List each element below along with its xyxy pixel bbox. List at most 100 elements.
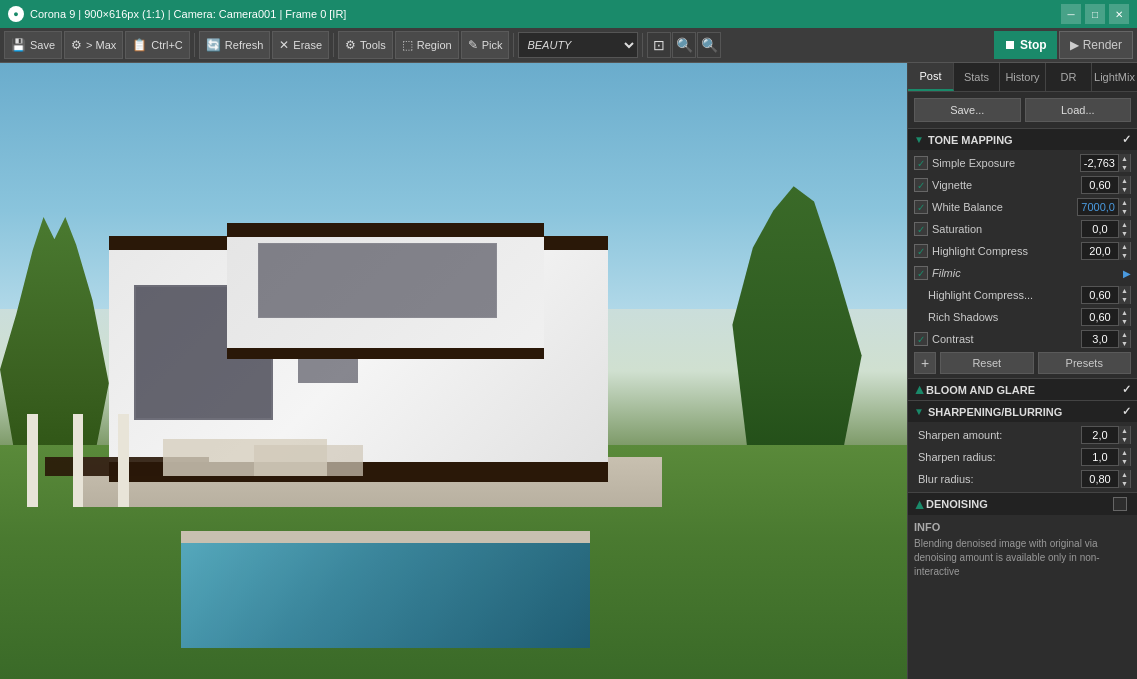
contrast-down[interactable]: ▼ bbox=[1118, 339, 1130, 348]
filmic-expand-arrow[interactable]: ▶ bbox=[1123, 268, 1131, 279]
rich-shadows-row: Rich Shadows 0,60 ▲ ▼ bbox=[908, 306, 1137, 328]
pool-water bbox=[181, 537, 589, 648]
sharpen-amount-up[interactable]: ▲ bbox=[1118, 426, 1130, 435]
blur-radius-value[interactable]: 0,80 bbox=[1082, 473, 1118, 485]
tab-post[interactable]: Post bbox=[908, 63, 954, 91]
highlight-compress-down[interactable]: ▼ bbox=[1118, 251, 1130, 260]
sharpen-radius-value[interactable]: 1,0 bbox=[1082, 451, 1118, 463]
simple-exposure-spinners: ▲ ▼ bbox=[1118, 154, 1130, 172]
vignette-down[interactable]: ▼ bbox=[1118, 185, 1130, 194]
tab-dr[interactable]: DR bbox=[1046, 63, 1092, 91]
save-button[interactable]: 💾 Save bbox=[4, 31, 62, 59]
beauty-select[interactable]: BEAUTY bbox=[518, 32, 638, 58]
rich-shadows-down[interactable]: ▼ bbox=[1118, 317, 1130, 326]
sharpen-radius-down[interactable]: ▼ bbox=[1118, 457, 1130, 466]
refresh-button[interactable]: 🔄 Refresh bbox=[199, 31, 271, 59]
sub-highlight-compress-spinners: ▲ ▼ bbox=[1118, 286, 1130, 304]
zoom-fit-button[interactable]: ⊡ bbox=[647, 32, 671, 58]
saturation-value[interactable]: 0,0 bbox=[1082, 223, 1118, 235]
sharpen-radius-up[interactable]: ▲ bbox=[1118, 448, 1130, 457]
blur-radius-up[interactable]: ▲ bbox=[1118, 470, 1130, 479]
info-text: Blending denoised image with original vi… bbox=[914, 537, 1131, 579]
erase-button[interactable]: ✕ Erase bbox=[272, 31, 329, 59]
highlight-compress-check[interactable]: ✓ bbox=[914, 244, 928, 258]
white-balance-down[interactable]: ▼ bbox=[1118, 207, 1130, 216]
sharpen-amount-value[interactable]: 2,0 bbox=[1082, 429, 1118, 441]
filmic-label: Filmic bbox=[932, 267, 1123, 279]
simple-exposure-value[interactable]: -2,763 bbox=[1081, 157, 1118, 169]
simple-exposure-up[interactable]: ▲ bbox=[1118, 154, 1130, 163]
tools-icon: ⚙ bbox=[345, 38, 356, 52]
panel-load-button[interactable]: Load... bbox=[1025, 98, 1132, 122]
render-button[interactable]: ▶ Render bbox=[1059, 31, 1133, 59]
sub-highlight-compress-down[interactable]: ▼ bbox=[1118, 295, 1130, 304]
denoising-header[interactable]: ▶ DENOISING bbox=[908, 492, 1137, 515]
stop-button[interactable]: ⏹ Stop bbox=[994, 31, 1057, 59]
tab-stats[interactable]: Stats bbox=[954, 63, 1000, 91]
sharpening-header[interactable]: ▼ SHARPENING/BLURRING ✓ bbox=[908, 400, 1137, 422]
simple-exposure-label: Simple Exposure bbox=[932, 157, 1080, 169]
white-balance-up[interactable]: ▲ bbox=[1118, 198, 1130, 207]
copy-button[interactable]: 📋 Ctrl+C bbox=[125, 31, 189, 59]
vignette-up[interactable]: ▲ bbox=[1118, 176, 1130, 185]
vignette-value[interactable]: 0,60 bbox=[1082, 179, 1118, 191]
titlebar: ● Corona 9 | 900×616px (1:1) | Camera: C… bbox=[0, 0, 1137, 28]
highlight-compress-value[interactable]: 20,0 bbox=[1082, 245, 1118, 257]
blur-radius-down[interactable]: ▼ bbox=[1118, 479, 1130, 488]
tone-mapping-arrow: ▼ bbox=[914, 134, 924, 145]
save-icon: 💾 bbox=[11, 38, 26, 52]
filmic-check[interactable]: ✓ bbox=[914, 266, 928, 280]
sharpen-amount-row: Sharpen amount: 2,0 ▲ ▼ bbox=[908, 424, 1137, 446]
contrast-check[interactable]: ✓ bbox=[914, 332, 928, 346]
saturation-up[interactable]: ▲ bbox=[1118, 220, 1130, 229]
tone-mapping-header[interactable]: ▼ TONE MAPPING ✓ bbox=[908, 128, 1137, 150]
presets-button[interactable]: Presets bbox=[1038, 352, 1132, 374]
reset-button[interactable]: Reset bbox=[940, 352, 1034, 374]
sub-highlight-compress-value[interactable]: 0,60 bbox=[1082, 289, 1118, 301]
rich-shadows-value[interactable]: 0,60 bbox=[1082, 311, 1118, 323]
rich-shadows-label: Rich Shadows bbox=[928, 311, 1081, 323]
sharpen-amount-label: Sharpen amount: bbox=[914, 429, 1081, 441]
close-button[interactable]: ✕ bbox=[1109, 4, 1129, 24]
tone-mapping-label: TONE MAPPING bbox=[928, 134, 1013, 146]
vignette-check[interactable]: ✓ bbox=[914, 178, 928, 192]
blur-radius-label: Blur radius: bbox=[914, 473, 1081, 485]
simple-exposure-down[interactable]: ▼ bbox=[1118, 163, 1130, 172]
tab-history[interactable]: History bbox=[1000, 63, 1046, 91]
add-button[interactable]: + bbox=[914, 352, 936, 374]
sharpen-amount-down[interactable]: ▼ bbox=[1118, 435, 1130, 444]
contrast-value[interactable]: 3,0 bbox=[1082, 333, 1118, 345]
white-balance-check[interactable]: ✓ bbox=[914, 200, 928, 214]
vignette-spinners: ▲ ▼ bbox=[1118, 176, 1130, 194]
maximize-button[interactable]: □ bbox=[1085, 4, 1105, 24]
undo-button[interactable]: ⚙ > Max bbox=[64, 31, 123, 59]
saturation-down[interactable]: ▼ bbox=[1118, 229, 1130, 238]
contrast-up[interactable]: ▲ bbox=[1118, 330, 1130, 339]
white-balance-spinners: ▲ ▼ bbox=[1118, 198, 1130, 216]
tab-lightmix[interactable]: LightMix bbox=[1092, 63, 1137, 91]
copy-icon: 📋 bbox=[132, 38, 147, 52]
zoom-in-button[interactable]: 🔍 bbox=[697, 32, 721, 58]
zoom-out-button[interactable]: 🔍 bbox=[672, 32, 696, 58]
pick-button[interactable]: ✎ Pick bbox=[461, 31, 510, 59]
rich-shadows-up[interactable]: ▲ bbox=[1118, 308, 1130, 317]
tone-mapping-actions: + Reset Presets bbox=[908, 350, 1137, 376]
stop-icon: ⏹ bbox=[1004, 38, 1016, 52]
blur-radius-value-box: 0,80 ▲ ▼ bbox=[1081, 470, 1131, 488]
tools-button[interactable]: ⚙ Tools bbox=[338, 31, 393, 59]
upper-beam-bottom bbox=[227, 348, 544, 359]
sub-highlight-compress-up[interactable]: ▲ bbox=[1118, 286, 1130, 295]
outdoor-table bbox=[254, 445, 363, 476]
bloom-glare-header[interactable]: ▶ BLOOM AND GLARE ✓ bbox=[908, 378, 1137, 400]
erase-icon: ✕ bbox=[279, 38, 289, 52]
saturation-check[interactable]: ✓ bbox=[914, 222, 928, 236]
white-balance-value[interactable]: 7000,0 bbox=[1078, 201, 1118, 213]
minimize-button[interactable]: ─ bbox=[1061, 4, 1081, 24]
simple-exposure-check[interactable]: ✓ bbox=[914, 156, 928, 170]
panel-save-button[interactable]: Save... bbox=[914, 98, 1021, 122]
sharpening-content: Sharpen amount: 2,0 ▲ ▼ Sharpen radius: … bbox=[908, 422, 1137, 492]
highlight-compress-up[interactable]: ▲ bbox=[1118, 242, 1130, 251]
sharpen-radius-value-box: 1,0 ▲ ▼ bbox=[1081, 448, 1131, 466]
denoising-check[interactable] bbox=[1113, 497, 1127, 511]
region-button[interactable]: ⬚ Region bbox=[395, 31, 459, 59]
